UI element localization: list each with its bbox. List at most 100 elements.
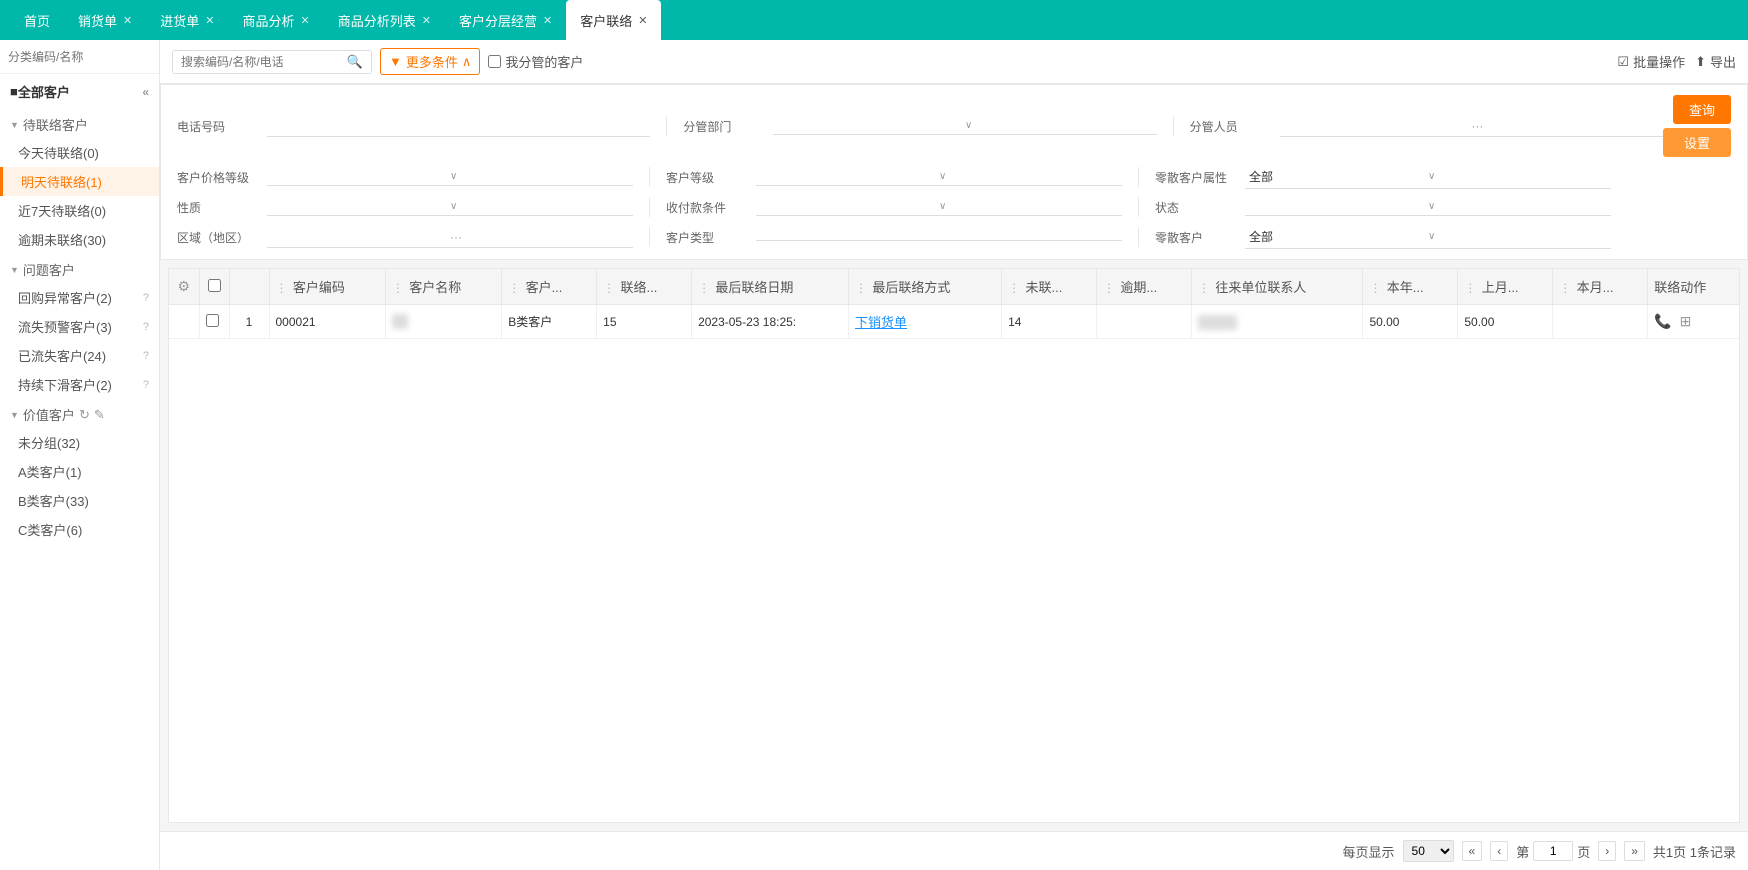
retail-attr-select[interactable]: 全部 ∨ <box>1245 165 1611 189</box>
filter-btn[interactable]: ▼ 更多条件 ∧ <box>380 48 480 75</box>
cell-last-contact-date: 2023-05-23 18:25: <box>692 305 849 339</box>
sidebar-item-churn-warning[interactable]: 流失预警客户(3) ? <box>0 312 159 341</box>
sidebar-all-customers[interactable]: ■ 全部客户 « <box>0 74 159 109</box>
select-all-checkbox[interactable] <box>208 279 221 292</box>
contact-method-link[interactable]: 下销货单 <box>855 315 907 330</box>
sidebar-item-ungrouped[interactable]: 未分组(32) <box>0 428 159 457</box>
sidebar-item-class-c[interactable]: C类客户(6) <box>0 515 159 544</box>
sidebar-item-churned[interactable]: 已流失客户(24) ? <box>0 341 159 370</box>
dept-select[interactable]: ∨ <box>773 117 1156 135</box>
th-unit-contact[interactable]: 往来单位联系人 <box>1191 269 1362 305</box>
filter-retail-attr: 零散客户属性 全部 ∨ <box>1155 165 1611 189</box>
close-tab-4[interactable]: ✕ <box>543 14 552 27</box>
settings-gear-icon[interactable]: ⚙ <box>177 278 190 294</box>
nav-tab-5[interactable]: 客户联络 ✕ <box>566 0 661 40</box>
th-no-contact[interactable]: 未联... <box>1002 269 1097 305</box>
action-grid-icon[interactable]: ⊞ <box>1680 313 1692 330</box>
reset-button[interactable]: 设置 <box>1663 128 1731 157</box>
sidebar-item-7days[interactable]: 近7天待联络(0) <box>0 196 159 225</box>
phone-input[interactable] <box>267 116 650 137</box>
nature-select[interactable]: ∨ <box>267 198 633 216</box>
nav-tab-4[interactable]: 客户分层经营 ✕ <box>445 0 566 40</box>
action-phone-icon[interactable]: 📞 <box>1654 313 1671 330</box>
close-tab-5[interactable]: ✕ <box>638 14 647 27</box>
divider-6 <box>1138 197 1139 217</box>
sidebar-item-today[interactable]: 今天待联络(0) <box>0 138 159 167</box>
th-action: 联络动作 <box>1648 269 1739 305</box>
last-page-btn[interactable]: » <box>1624 841 1645 861</box>
customer-level-select[interactable]: ∨ <box>756 168 1122 186</box>
filter-arrow-icon: ∧ <box>462 54 472 70</box>
filter-customer-type: 客户类型 <box>666 229 1122 246</box>
export-btn[interactable]: ⬆ 导出 <box>1695 52 1736 71</box>
sidebar-item-declining[interactable]: 持续下滑客户(2) ? <box>0 370 159 399</box>
content-area: 🔍 ▼ 更多条件 ∧ 我分管的客户 ☑ 批量操作 ⬆ 导出 <box>160 40 1748 870</box>
customer-level-arrow-icon: ∨ <box>939 171 1118 182</box>
next-page-btn[interactable]: › <box>1598 841 1616 861</box>
sidebar-section-value: 价值客户 ↻ ✎ <box>0 399 159 428</box>
value-edit-icon[interactable]: ✎ <box>94 407 105 423</box>
person-select[interactable]: ··· <box>1280 116 1663 137</box>
th-customer-code[interactable]: 客户编码 <box>269 269 385 305</box>
first-page-btn[interactable]: « <box>1462 841 1483 861</box>
prev-page-btn[interactable]: ‹ <box>1490 841 1508 861</box>
divider-4 <box>1138 167 1139 187</box>
cell-check <box>199 305 229 339</box>
th-this-year[interactable]: 本年... <box>1363 269 1458 305</box>
nav-tab-2[interactable]: 商品分析 ✕ <box>228 0 323 40</box>
nav-tab-3[interactable]: 商品分析列表 ✕ <box>324 0 445 40</box>
th-settings: ⚙ <box>169 269 199 305</box>
page-size-select[interactable]: 50 100 200 <box>1403 840 1454 862</box>
payment-select[interactable]: ∨ <box>756 198 1122 216</box>
th-customer-name[interactable]: 客户名称 <box>385 269 501 305</box>
nav-home[interactable]: 首页 <box>10 0 64 40</box>
sidebar-search-input[interactable] <box>8 50 160 64</box>
my-customers-checkbox[interactable] <box>488 55 501 68</box>
close-tab-2[interactable]: ✕ <box>301 14 310 27</box>
cell-unit-contact: 联系人 <box>1191 305 1362 339</box>
region-select[interactable]: ··· <box>267 227 633 248</box>
page-info: 第 页 <box>1516 841 1590 861</box>
sidebar-item-class-b[interactable]: B类客户(33) <box>0 486 159 515</box>
nav-tab-0[interactable]: 销货单 ✕ <box>64 0 146 40</box>
th-last-contact-method[interactable]: 最后联络方式 <box>849 269 1002 305</box>
sidebar-item-repurchase[interactable]: 回购异常客户(2) ? <box>0 283 159 312</box>
filter-price-level: 客户价格等级 ∨ <box>177 168 633 186</box>
divider-8 <box>1138 227 1139 247</box>
value-refresh-icon[interactable]: ↻ <box>79 407 90 423</box>
customer-type-select[interactable] <box>756 234 1122 241</box>
th-overdue[interactable]: 逾期... <box>1097 269 1192 305</box>
my-customers-toggle[interactable]: 我分管的客户 <box>488 52 583 71</box>
batch-operation-btn[interactable]: ☑ 批量操作 <box>1617 52 1685 71</box>
sidebar-item-tomorrow[interactable]: 明天待联络(1) <box>0 167 159 196</box>
close-tab-3[interactable]: ✕ <box>422 14 431 27</box>
row-checkbox[interactable] <box>206 314 219 327</box>
query-button[interactable]: 查询 <box>1673 95 1731 124</box>
th-contact[interactable]: 联络... <box>597 269 692 305</box>
search-input[interactable] <box>181 55 347 69</box>
help-icon-repurchase: ? <box>143 292 149 304</box>
top-nav: 首页 销货单 ✕ 进货单 ✕ 商品分析 ✕ 商品分析列表 ✕ 客户分层经营 ✕ … <box>0 0 1748 40</box>
close-tab-0[interactable]: ✕ <box>123 14 132 27</box>
divider-1 <box>666 116 667 136</box>
price-level-select[interactable]: ∨ <box>267 168 633 186</box>
sidebar-collapse-icon[interactable]: « <box>142 85 149 99</box>
sidebar-item-overdue[interactable]: 逾期未联络(30) <box>0 225 159 254</box>
help-icon-declining: ? <box>143 379 149 391</box>
sidebar-item-class-a[interactable]: A类客户(1) <box>0 457 159 486</box>
retail-attr-arrow-icon: ∨ <box>1428 171 1607 182</box>
help-icon-churn-warning: ? <box>143 321 149 333</box>
retail-customer-select[interactable]: 全部 ∨ <box>1245 225 1611 249</box>
th-this-month[interactable]: 本月... <box>1553 269 1648 305</box>
th-last-contact-date[interactable]: 最后联络日期 <box>692 269 849 305</box>
search-icon[interactable]: 🔍 <box>347 54 363 70</box>
nav-tab-1[interactable]: 进货单 ✕ <box>146 0 228 40</box>
cell-last-contact-method: 下销货单 <box>849 305 1002 339</box>
status-select[interactable]: ∨ <box>1245 198 1611 216</box>
pagination: 每页显示 50 100 200 « ‹ 第 页 › » 共1页 1条记录 <box>160 831 1748 870</box>
th-last-month[interactable]: 上月... <box>1458 269 1553 305</box>
close-tab-1[interactable]: ✕ <box>205 14 214 27</box>
cell-code: 000021 <box>269 305 385 339</box>
th-customer-type[interactable]: 客户... <box>502 269 597 305</box>
page-number-input[interactable] <box>1533 841 1573 861</box>
